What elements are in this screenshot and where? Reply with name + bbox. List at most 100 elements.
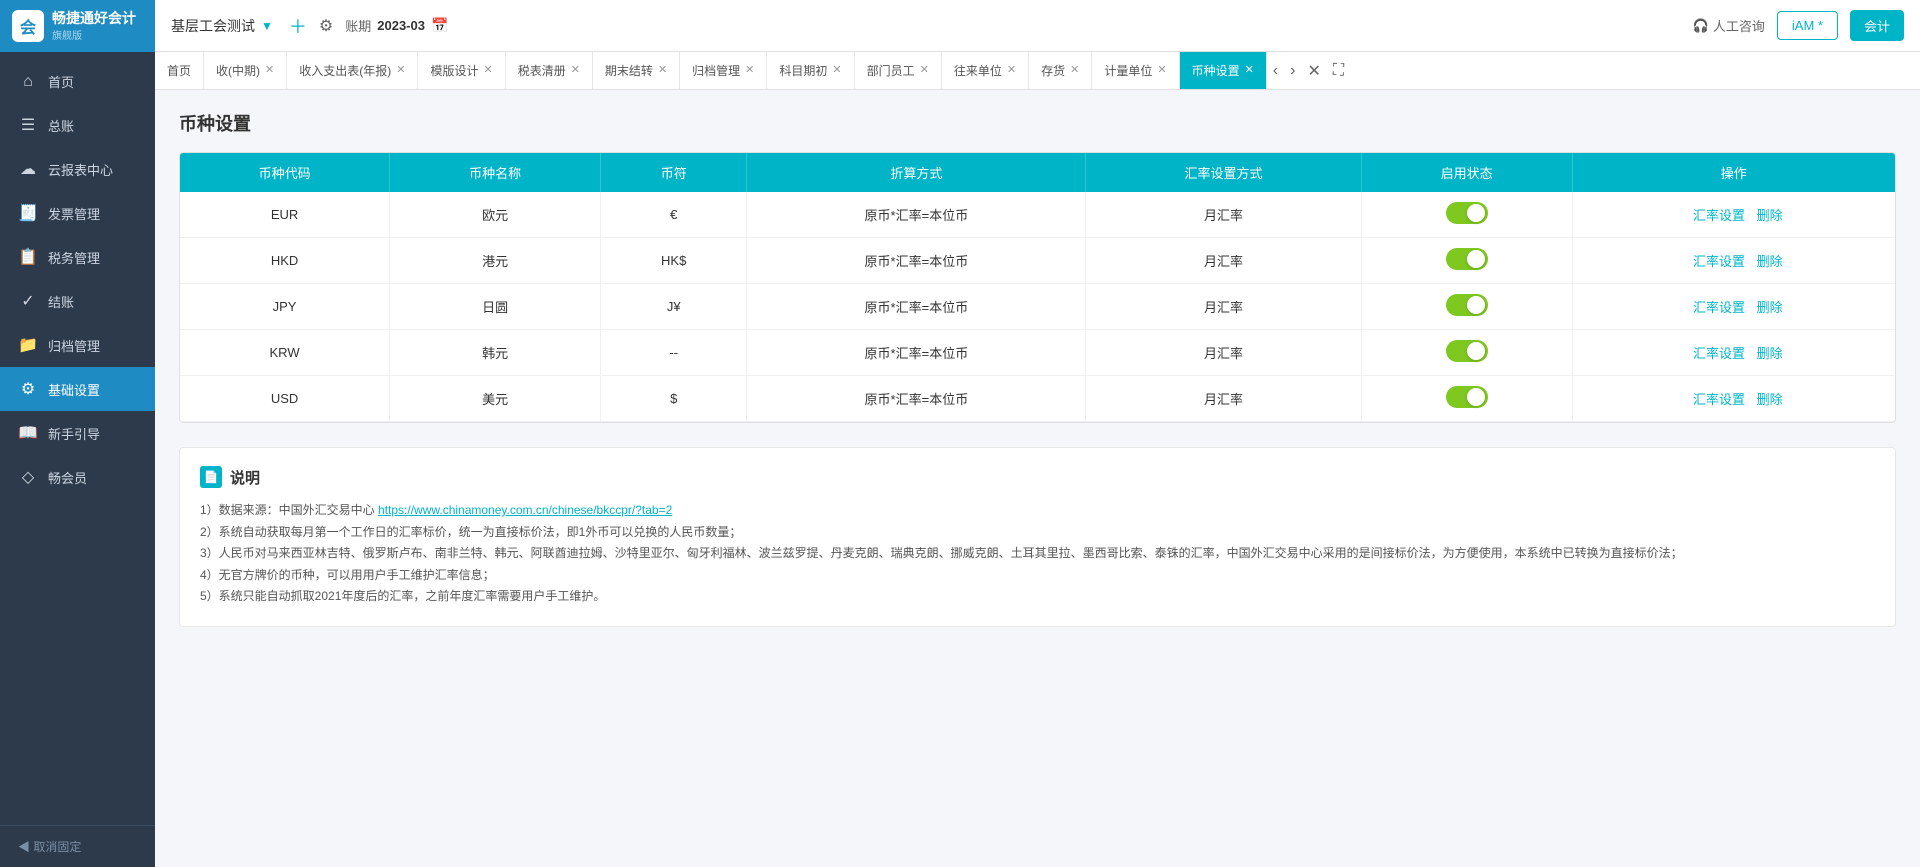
tax-icon: 📋 <box>18 247 38 267</box>
sidebar-collapse-btn[interactable]: ◀ 取消固定 <box>0 825 155 867</box>
currency-table: 币种代码 币种名称 币符 折算方式 汇率设置方式 启用状态 操作 EUR 欧元 … <box>179 152 1896 423</box>
tab-currency[interactable]: 币种设置 ✕ <box>1180 52 1267 90</box>
delete-link-USD[interactable]: 删除 <box>1757 392 1783 407</box>
guide-icon: 📖 <box>18 423 38 443</box>
tab-period-close[interactable]: ✕ <box>265 65 274 76</box>
toggle-JPY[interactable] <box>1446 294 1488 316</box>
sidebar-item-settings[interactable]: ⚙ 基础设置 <box>0 367 155 411</box>
tab-template-close[interactable]: ✕ <box>483 65 492 76</box>
sidebar-item-archive[interactable]: 📁 归档管理 <box>0 323 155 367</box>
cell-calc: 原币*汇率=本位币 <box>747 192 1086 238</box>
sidebar-item-reports[interactable]: ☁ 云报表中心 <box>0 147 155 191</box>
rate-setting-link-USD[interactable]: 汇率设置 <box>1693 392 1745 407</box>
cell-calc: 原币*汇率=本位币 <box>747 376 1086 422</box>
tab-account-init[interactable]: 科目期初 ✕ <box>767 52 854 90</box>
delete-link-HKD[interactable]: 删除 <box>1757 254 1783 269</box>
sidebar-item-reports-label: 云报表中心 <box>48 160 113 179</box>
topbar-period: 账期 2023-03 📅 <box>345 16 448 35</box>
rate-setting-link-JPY[interactable]: 汇率设置 <box>1693 300 1745 315</box>
toggle-HKD[interactable] <box>1446 248 1488 270</box>
tab-nav-prev[interactable]: ‹ <box>1267 62 1284 80</box>
th-rate-type: 汇率设置方式 <box>1086 153 1361 192</box>
company-name: 基层工会测试 <box>171 16 255 36</box>
tab-archive[interactable]: 归档管理 ✕ <box>680 52 767 90</box>
tab-inventory[interactable]: 存货 ✕ <box>1029 52 1092 90</box>
sidebar-item-ledger[interactable]: ☰ 总账 <box>0 103 155 147</box>
sidebar-logo: 会 畅捷通好会计 旗舰版 <box>0 0 155 52</box>
tab-currency-label: 币种设置 <box>1192 62 1240 79</box>
user-role-btn[interactable]: 会计 <box>1850 10 1904 41</box>
cell-symbol: -- <box>601 330 747 376</box>
rate-setting-link-EUR[interactable]: 汇率设置 <box>1693 208 1745 223</box>
sidebar-nav: ⌂ 首页 ☰ 总账 ☁ 云报表中心 🧾 发票管理 📋 税务管理 ✓ 结账 📁 归… <box>0 52 155 825</box>
cell-rate-type: 月汇率 <box>1086 238 1361 284</box>
table-row: KRW 韩元 -- 原币*汇率=本位币 月汇率 汇率设置 删除 <box>180 330 1895 376</box>
table-row: JPY 日圆 J¥ 原币*汇率=本位币 月汇率 汇率设置 删除 <box>180 284 1895 330</box>
tab-dept-close[interactable]: ✕ <box>920 65 929 76</box>
company-dropdown-icon[interactable]: ▼ <box>261 19 273 33</box>
calendar-icon[interactable]: 📅 <box>431 17 448 34</box>
toggle-KRW[interactable] <box>1446 340 1488 362</box>
delete-link-EUR[interactable]: 删除 <box>1757 208 1783 223</box>
sidebar-item-tax[interactable]: 📋 税务管理 <box>0 235 155 279</box>
tab-inventory-label: 存货 <box>1041 62 1065 79</box>
tab-unit-close[interactable]: ✕ <box>1157 65 1166 76</box>
tab-home[interactable]: 首页 <box>155 52 204 90</box>
tab-customer[interactable]: 往来单位 ✕ <box>942 52 1029 90</box>
tab-period-end[interactable]: 期末结转 ✕ <box>593 52 680 90</box>
notes-icon: 📄 <box>200 466 222 488</box>
notes-link[interactable]: https://www.chinamoney.com.cn/chinese/bk… <box>378 503 672 517</box>
tab-tax[interactable]: 税表清册 ✕ <box>506 52 593 90</box>
cell-name: 美元 <box>390 376 601 422</box>
sidebar-item-checkout[interactable]: ✓ 结账 <box>0 279 155 323</box>
tab-tax-close[interactable]: ✕ <box>571 65 580 76</box>
tab-dept[interactable]: 部门员工 ✕ <box>855 52 942 90</box>
tab-account-init-close[interactable]: ✕ <box>832 65 841 76</box>
th-code: 币种代码 <box>180 153 390 192</box>
tab-close-all[interactable]: ✕ <box>1301 61 1326 81</box>
sidebar-item-guide[interactable]: 📖 新手引导 <box>0 411 155 455</box>
rate-setting-link-HKD[interactable]: 汇率设置 <box>1693 254 1745 269</box>
cell-actions: 汇率设置 删除 <box>1572 330 1895 376</box>
add-company-btn[interactable]: ＋ <box>289 13 307 39</box>
cell-toggle <box>1361 192 1572 238</box>
currency-data-table: 币种代码 币种名称 币符 折算方式 汇率设置方式 启用状态 操作 EUR 欧元 … <box>180 153 1895 422</box>
rate-setting-link-KRW[interactable]: 汇率设置 <box>1693 346 1745 361</box>
company-settings-icon[interactable]: ⚙ <box>319 16 333 36</box>
delete-link-KRW[interactable]: 删除 <box>1757 346 1783 361</box>
tab-archive-close[interactable]: ✕ <box>745 65 754 76</box>
help-btn[interactable]: 🎧 人工咨询 <box>1693 16 1765 35</box>
tab-tax-label: 税表清册 <box>518 62 566 79</box>
toggle-USD[interactable] <box>1446 386 1488 408</box>
sidebar-item-member[interactable]: ◇ 畅会员 <box>0 455 155 499</box>
tab-expand[interactable]: ⛶ <box>1327 62 1350 80</box>
notes-item: 2）系统自动获取每月第一个工作日的汇率标价，统一为直接标价法，即1外币可以兑换的… <box>200 522 1875 544</box>
tab-customer-close[interactable]: ✕ <box>1007 65 1016 76</box>
cell-code: EUR <box>180 192 390 238</box>
tab-period-end-close[interactable]: ✕ <box>658 65 667 76</box>
iam-btn[interactable]: iAM * <box>1777 11 1838 40</box>
tab-unit-label: 计量单位 <box>1104 62 1152 79</box>
tab-template[interactable]: 模版设计 ✕ <box>418 52 505 90</box>
tab-unit[interactable]: 计量单位 ✕ <box>1092 52 1179 90</box>
logo-sub: 旗舰版 <box>52 27 136 42</box>
cell-name: 韩元 <box>390 330 601 376</box>
cell-rate-type: 月汇率 <box>1086 284 1361 330</box>
cell-actions: 汇率设置 删除 <box>1572 376 1895 422</box>
cell-calc: 原币*汇率=本位币 <box>747 238 1086 284</box>
sidebar-item-invoice[interactable]: 🧾 发票管理 <box>0 191 155 235</box>
invoice-icon: 🧾 <box>18 203 38 223</box>
sidebar-item-home[interactable]: ⌂ 首页 <box>0 60 155 103</box>
delete-link-JPY[interactable]: 删除 <box>1757 300 1783 315</box>
tab-nav-next[interactable]: › <box>1284 62 1301 80</box>
tab-income-close[interactable]: ✕ <box>396 65 405 76</box>
sidebar-footer-label: ◀ 取消固定 <box>18 838 81 855</box>
logo-icon: 会 <box>12 10 44 42</box>
tab-period[interactable]: 收(中期) ✕ <box>204 52 287 90</box>
cell-toggle <box>1361 330 1572 376</box>
tab-archive-label: 归档管理 <box>692 62 740 79</box>
toggle-EUR[interactable] <box>1446 202 1488 224</box>
tab-currency-close[interactable]: ✕ <box>1245 65 1254 76</box>
tab-inventory-close[interactable]: ✕ <box>1070 65 1079 76</box>
tab-income[interactable]: 收入支出表(年报) ✕ <box>287 52 418 90</box>
